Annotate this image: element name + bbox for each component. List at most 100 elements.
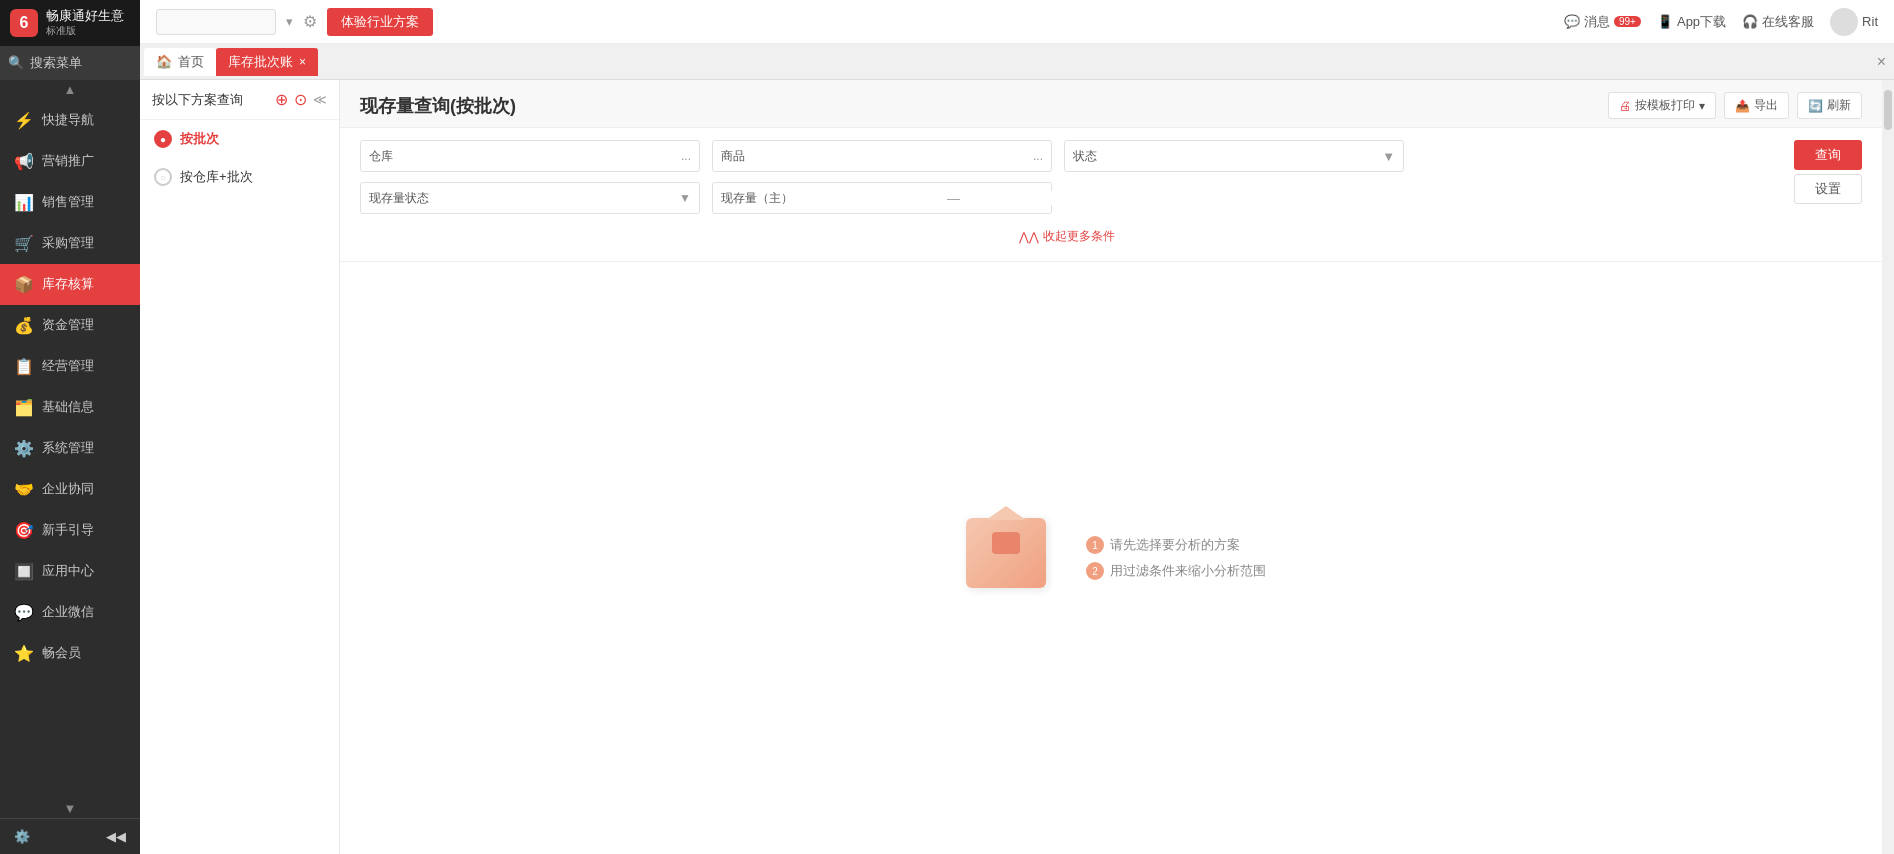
sidebar-item-quick-nav[interactable]: ⚡ 快捷导航 bbox=[0, 100, 140, 141]
tab-close-icon[interactable]: × bbox=[299, 55, 306, 69]
filter-product[interactable]: 商品 ... bbox=[712, 140, 1052, 172]
online-service-btn[interactable]: 🎧 在线客服 bbox=[1742, 13, 1814, 31]
topbar-chevron-icon[interactable]: ▾ bbox=[286, 14, 293, 29]
settings-btn[interactable]: 设置 bbox=[1794, 174, 1862, 204]
sidebar-item-member[interactable]: ⭐ 畅会员 bbox=[0, 633, 140, 674]
filter-area: 仓库 ... 商品 ... 状态 ▼ bbox=[340, 128, 1882, 262]
product-more-btn[interactable]: ... bbox=[1033, 149, 1043, 163]
headset-icon: 🎧 bbox=[1742, 14, 1758, 29]
scheme-item-warehouse-batch[interactable]: ○ 按仓库+批次 bbox=[140, 158, 339, 196]
sidebar-item-label: 新手引导 bbox=[42, 521, 94, 539]
warehouse-more-btn[interactable]: ... bbox=[681, 149, 691, 163]
sidebar-item-apps[interactable]: 🔲 应用中心 bbox=[0, 551, 140, 592]
scheme-dot-batch: ● bbox=[154, 130, 172, 148]
sidebar-item-marketing[interactable]: 📢 营销推广 bbox=[0, 141, 140, 182]
status-dropdown-arrow[interactable]: ▼ bbox=[1382, 149, 1395, 164]
filter-warehouse[interactable]: 仓库 ... bbox=[360, 140, 700, 172]
scroll-thumb bbox=[1884, 90, 1892, 130]
try-industry-btn[interactable]: 体验行业方案 bbox=[327, 8, 433, 36]
print-btn[interactable]: 🖨 按模板打印 ▾ bbox=[1608, 92, 1716, 119]
topbar-gear-icon[interactable]: ⚙ bbox=[303, 12, 317, 31]
sidebar-item-purchase[interactable]: 🛒 采购管理 bbox=[0, 223, 140, 264]
query-btn[interactable]: 查询 bbox=[1794, 140, 1862, 170]
page-title: 现存量查询(按批次) bbox=[360, 94, 516, 118]
inventory-icon: 📦 bbox=[14, 275, 34, 294]
app-download-btn[interactable]: 📱 App下载 bbox=[1657, 13, 1726, 31]
topbar-search-input[interactable] bbox=[156, 9, 276, 35]
action-btn-row: 查询 设置 bbox=[1794, 140, 1862, 204]
empty-face bbox=[992, 532, 1020, 554]
product-input[interactable] bbox=[751, 149, 1033, 163]
scheme-settings-btn[interactable]: ⊙ bbox=[294, 90, 307, 109]
right-scrollbar[interactable] bbox=[1882, 80, 1894, 854]
hint-num-2: 2 bbox=[1086, 562, 1104, 580]
scheme-header: 按以下方案查询 ⊕ ⊙ ≪ bbox=[140, 80, 339, 120]
print-dropdown-icon[interactable]: ▾ bbox=[1699, 99, 1705, 113]
avatar bbox=[1830, 8, 1858, 36]
refresh-btn[interactable]: 🔄 刷新 bbox=[1797, 92, 1862, 119]
sidebar-item-label: 企业微信 bbox=[42, 603, 94, 621]
inventory-status-arrow[interactable]: ▼ bbox=[679, 191, 691, 205]
sidebar-item-label: 快捷导航 bbox=[42, 111, 94, 129]
close-panel-btn[interactable]: × bbox=[1877, 53, 1886, 71]
member-icon: ⭐ bbox=[14, 644, 34, 663]
inventory-qty-max[interactable] bbox=[964, 191, 1114, 205]
basic-icon: 🗂️ bbox=[14, 398, 34, 417]
sidebar-item-wechat[interactable]: 💬 企业微信 bbox=[0, 592, 140, 633]
empty-text-wrap: 1 请先选择要分析的方案 2 用过滤条件来缩小分析范围 bbox=[1086, 536, 1266, 580]
filter-row-2: 现存量状态 ▼ 现存量（主） — bbox=[360, 182, 1774, 214]
sidebar-item-finance[interactable]: 💰 资金管理 bbox=[0, 305, 140, 346]
sidebar-item-system[interactable]: ⚙️ 系统管理 bbox=[0, 428, 140, 469]
sidebar-nav: ⚡ 快捷导航 📢 营销推广 📊 销售管理 🛒 采购管理 📦 库存核算 💰 资金管… bbox=[0, 100, 140, 798]
collapse-icon[interactable]: ◀◀ bbox=[106, 829, 126, 844]
topbar: ▾ ⚙ 体验行业方案 💬 消息 99+ 📱 App下载 🎧 在线客服 Rit bbox=[140, 0, 1894, 44]
tab-home[interactable]: 🏠 首页 bbox=[144, 48, 216, 76]
sidebar-item-inventory[interactable]: 📦 库存核算 bbox=[0, 264, 140, 305]
sidebar-item-basic[interactable]: 🗂️ 基础信息 bbox=[0, 387, 140, 428]
username: Rit bbox=[1862, 14, 1878, 29]
empty-box bbox=[966, 518, 1046, 588]
home-icon: 🏠 bbox=[156, 54, 172, 69]
print-icon: 🖨 bbox=[1619, 99, 1631, 113]
inventory-qty-min[interactable] bbox=[793, 191, 943, 205]
scheme-item-label: 按批次 bbox=[180, 130, 219, 148]
message-btn[interactable]: 💬 消息 99+ bbox=[1564, 13, 1641, 31]
scheme-add-btn[interactable]: ⊕ bbox=[275, 90, 288, 109]
sidebar-scroll-down[interactable]: ▼ bbox=[0, 798, 140, 818]
sidebar-item-label: 应用中心 bbox=[42, 562, 94, 580]
hint-num-1: 1 bbox=[1086, 536, 1104, 554]
scheme-collapse-btn[interactable]: ≪ bbox=[313, 92, 327, 107]
search-icon: 🔍 bbox=[8, 55, 24, 70]
app-name: 畅康通好生意 bbox=[46, 8, 124, 24]
sidebar-item-sales[interactable]: 📊 销售管理 bbox=[0, 182, 140, 223]
warehouse-input[interactable] bbox=[399, 149, 681, 163]
enterprise-icon: 🤝 bbox=[14, 480, 34, 499]
scheme-header-title: 按以下方案查询 bbox=[152, 91, 243, 109]
filter-status[interactable]: 状态 ▼ bbox=[1064, 140, 1404, 172]
sidebar-item-newbie[interactable]: 🎯 新手引导 bbox=[0, 510, 140, 551]
filter-inventory-status[interactable]: 现存量状态 ▼ bbox=[360, 182, 700, 214]
sidebar-item-label: 畅会员 bbox=[42, 644, 81, 662]
user-info-btn[interactable]: Rit bbox=[1830, 8, 1878, 36]
app-logo: 6 bbox=[10, 9, 38, 37]
settings-icon[interactable]: ⚙️ bbox=[14, 829, 30, 844]
sidebar-item-operation[interactable]: 📋 经营管理 bbox=[0, 346, 140, 387]
sidebar-item-enterprise[interactable]: 🤝 企业协同 bbox=[0, 469, 140, 510]
empty-state: 1 请先选择要分析的方案 2 用过滤条件来缩小分析范围 bbox=[340, 262, 1882, 854]
sidebar-item-label: 企业协同 bbox=[42, 480, 94, 498]
sidebar-scroll-up[interactable]: ▲ bbox=[0, 80, 140, 100]
apps-icon: 🔲 bbox=[14, 562, 34, 581]
scheme-item-batch[interactable]: ● 按批次 bbox=[140, 120, 339, 158]
empty-hint-1: 1 请先选择要分析的方案 bbox=[1086, 536, 1266, 554]
sidebar-item-label: 经营管理 bbox=[42, 357, 94, 375]
export-btn[interactable]: 📤 导出 bbox=[1724, 92, 1789, 119]
tab-inventory-batch[interactable]: 库存批次账 × bbox=[216, 48, 318, 76]
collapse-btn[interactable]: ⋀⋀ 收起更多条件 bbox=[360, 224, 1774, 249]
app-info: 畅康通好生意 标准版 bbox=[46, 8, 124, 38]
sidebar-search[interactable]: 🔍 搜索菜单 bbox=[0, 46, 140, 80]
inventory-qty-separator: — bbox=[943, 191, 964, 206]
scheme-item-label: 按仓库+批次 bbox=[180, 168, 253, 186]
page-title-bar: 现存量查询(按批次) 🖨 按模板打印 ▾ 📤 导出 🔄 刷新 bbox=[340, 80, 1882, 128]
warehouse-label: 仓库 bbox=[369, 148, 393, 165]
topbar-right: 💬 消息 99+ 📱 App下载 🎧 在线客服 Rit bbox=[1564, 8, 1878, 36]
